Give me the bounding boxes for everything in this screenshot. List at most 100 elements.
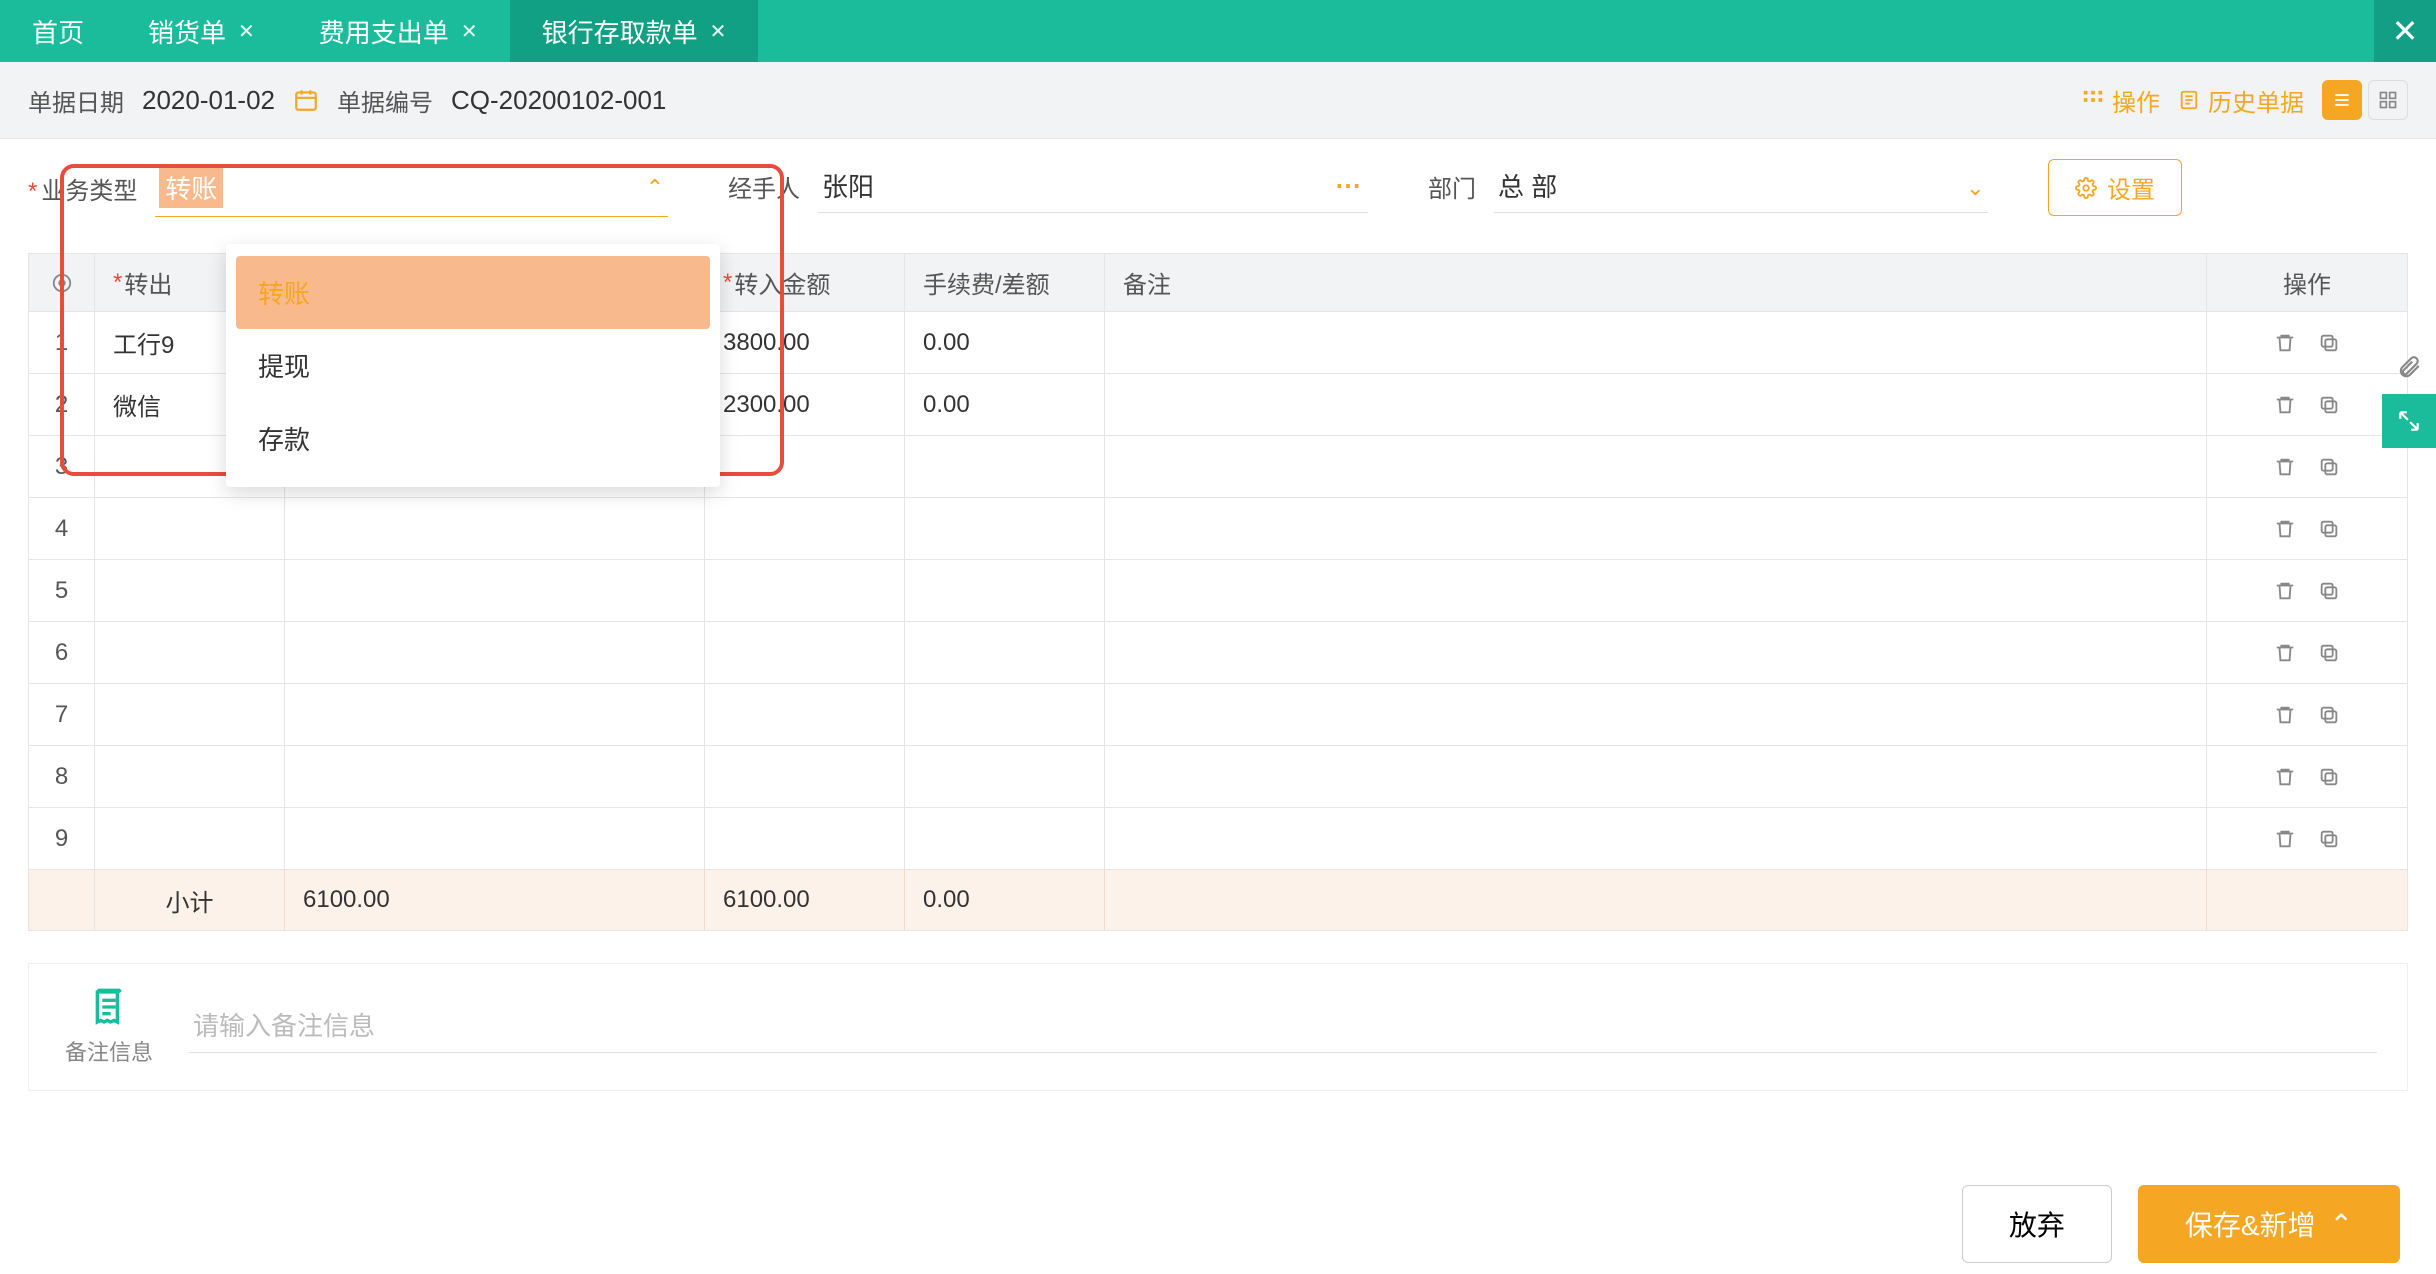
close-icon[interactable]: ✕ bbox=[710, 19, 727, 44]
chevron-up-icon: ⌃ bbox=[2330, 1208, 2353, 1241]
tab-home[interactable]: 首页 bbox=[0, 0, 116, 62]
settings-label: 设置 bbox=[2107, 170, 2155, 205]
cell-fee[interactable] bbox=[905, 622, 1105, 683]
tab-sales[interactable]: 销货单✕ bbox=[116, 0, 287, 62]
copy-row-icon[interactable] bbox=[2318, 456, 2340, 478]
copy-row-icon[interactable] bbox=[2318, 642, 2340, 664]
date-label: 单据日期 bbox=[28, 83, 124, 118]
copy-row-icon[interactable] bbox=[2318, 580, 2340, 602]
close-icon[interactable]: ✕ bbox=[461, 19, 478, 44]
dept-select[interactable]: 总 部 ⌃ bbox=[1494, 159, 1988, 213]
history-button[interactable]: 历史单据 bbox=[2178, 83, 2304, 118]
cell-in-amount[interactable] bbox=[705, 560, 905, 621]
save-add-button[interactable]: 保存&新增⌃ bbox=[2138, 1185, 2400, 1263]
cell-remark[interactable] bbox=[1105, 498, 2207, 559]
cell-in-amount[interactable] bbox=[705, 684, 905, 745]
cell-remark[interactable] bbox=[1105, 560, 2207, 621]
dropdown-option-transfer[interactable]: 转账 bbox=[236, 256, 710, 329]
cell-in-amount[interactable] bbox=[705, 808, 905, 869]
cell-fee[interactable] bbox=[905, 684, 1105, 745]
close-icon[interactable]: ✕ bbox=[238, 19, 255, 44]
date-value[interactable]: 2020-01-02 bbox=[142, 85, 275, 116]
cell-out-account[interactable] bbox=[95, 560, 285, 621]
view-list-button[interactable] bbox=[2322, 80, 2362, 120]
cell-fee[interactable] bbox=[905, 808, 1105, 869]
copy-row-icon[interactable] bbox=[2318, 394, 2340, 416]
delete-row-icon[interactable] bbox=[2274, 704, 2296, 726]
copy-row-icon[interactable] bbox=[2318, 518, 2340, 540]
column-config-button[interactable] bbox=[29, 254, 95, 311]
cell-fee[interactable] bbox=[905, 560, 1105, 621]
col-in-amount: *转入金额 bbox=[705, 254, 905, 311]
remark-label: 备注信息 bbox=[65, 1035, 153, 1067]
cell-fee[interactable] bbox=[905, 746, 1105, 807]
discard-button[interactable]: 放弃 bbox=[1962, 1185, 2112, 1263]
delete-row-icon[interactable] bbox=[2274, 394, 2296, 416]
cell-out-account[interactable] bbox=[95, 622, 285, 683]
cell-remark[interactable] bbox=[1105, 622, 2207, 683]
cell-out-account[interactable] bbox=[95, 498, 285, 559]
handler-select[interactable]: 张阳 ⋯ bbox=[818, 159, 1368, 213]
cell-in-amount[interactable] bbox=[705, 746, 905, 807]
cell-fee[interactable] bbox=[905, 436, 1105, 497]
cell-remark[interactable] bbox=[1105, 374, 2207, 435]
calendar-icon[interactable] bbox=[293, 87, 319, 113]
tab-label: 首页 bbox=[32, 13, 84, 50]
cell-remark[interactable] bbox=[1105, 808, 2207, 869]
cell-ops bbox=[2207, 436, 2407, 497]
cell-out-amount[interactable] bbox=[285, 498, 705, 559]
delete-row-icon[interactable] bbox=[2274, 332, 2296, 354]
tab-bank-transfer[interactable]: 银行存取款单✕ bbox=[510, 0, 759, 62]
copy-row-icon[interactable] bbox=[2318, 332, 2340, 354]
cell-ops bbox=[2207, 374, 2407, 435]
cell-remark[interactable] bbox=[1105, 746, 2207, 807]
cell-in-amount[interactable]: 3800.00 bbox=[705, 312, 905, 373]
table-row: 7 bbox=[29, 684, 2407, 746]
delete-row-icon[interactable] bbox=[2274, 642, 2296, 664]
cell-out-amount[interactable] bbox=[285, 808, 705, 869]
cell-out-amount[interactable] bbox=[285, 684, 705, 745]
view-grid-button[interactable] bbox=[2368, 80, 2408, 120]
dropdown-option-deposit[interactable]: 存款 bbox=[236, 402, 710, 475]
cell-fee[interactable]: 0.00 bbox=[905, 374, 1105, 435]
cell-remark[interactable] bbox=[1105, 436, 2207, 497]
copy-row-icon[interactable] bbox=[2318, 828, 2340, 850]
cell-remark[interactable] bbox=[1105, 312, 2207, 373]
tab-expense[interactable]: 费用支出单✕ bbox=[287, 0, 510, 62]
subtotal-label: 小计 bbox=[95, 870, 285, 930]
remark-input[interactable] bbox=[189, 1001, 2377, 1053]
cell-out-account[interactable] bbox=[95, 808, 285, 869]
table-row: 8 bbox=[29, 746, 2407, 808]
history-label: 历史单据 bbox=[2208, 83, 2304, 118]
operations-button[interactable]: 操作 bbox=[2082, 83, 2160, 118]
copy-row-icon[interactable] bbox=[2318, 766, 2340, 788]
delete-row-icon[interactable] bbox=[2274, 580, 2296, 602]
cell-remark[interactable] bbox=[1105, 684, 2207, 745]
filter-row: *业务类型 转账 ⌃ 经手人 张阳 ⋯ 部门 总 部 ⌃ 设置 bbox=[28, 159, 2408, 217]
delete-row-icon[interactable] bbox=[2274, 766, 2296, 788]
row-index: 3 bbox=[29, 436, 95, 497]
delete-row-icon[interactable] bbox=[2274, 456, 2296, 478]
dropdown-option-withdraw[interactable]: 提现 bbox=[236, 329, 710, 402]
cell-out-amount[interactable] bbox=[285, 622, 705, 683]
delete-row-icon[interactable] bbox=[2274, 828, 2296, 850]
cell-out-amount[interactable] bbox=[285, 746, 705, 807]
cell-out-account[interactable] bbox=[95, 746, 285, 807]
cell-out-account[interactable] bbox=[95, 684, 285, 745]
attachment-icon[interactable] bbox=[2382, 340, 2436, 394]
delete-row-icon[interactable] bbox=[2274, 518, 2296, 540]
biz-type-value: 转账 bbox=[159, 167, 223, 208]
expand-icon[interactable] bbox=[2382, 394, 2436, 448]
settings-button[interactable]: 设置 bbox=[2048, 159, 2182, 216]
cell-in-amount[interactable] bbox=[705, 622, 905, 683]
cell-in-amount[interactable] bbox=[705, 436, 905, 497]
handler-value: 张阳 bbox=[822, 167, 874, 204]
copy-row-icon[interactable] bbox=[2318, 704, 2340, 726]
cell-fee[interactable] bbox=[905, 498, 1105, 559]
biz-type-select[interactable]: 转账 ⌃ bbox=[155, 159, 668, 217]
cell-in-amount[interactable]: 2300.00 bbox=[705, 374, 905, 435]
cell-in-amount[interactable] bbox=[705, 498, 905, 559]
cell-out-amount[interactable] bbox=[285, 560, 705, 621]
close-all-button[interactable]: ✕ bbox=[2374, 0, 2436, 62]
cell-fee[interactable]: 0.00 bbox=[905, 312, 1105, 373]
